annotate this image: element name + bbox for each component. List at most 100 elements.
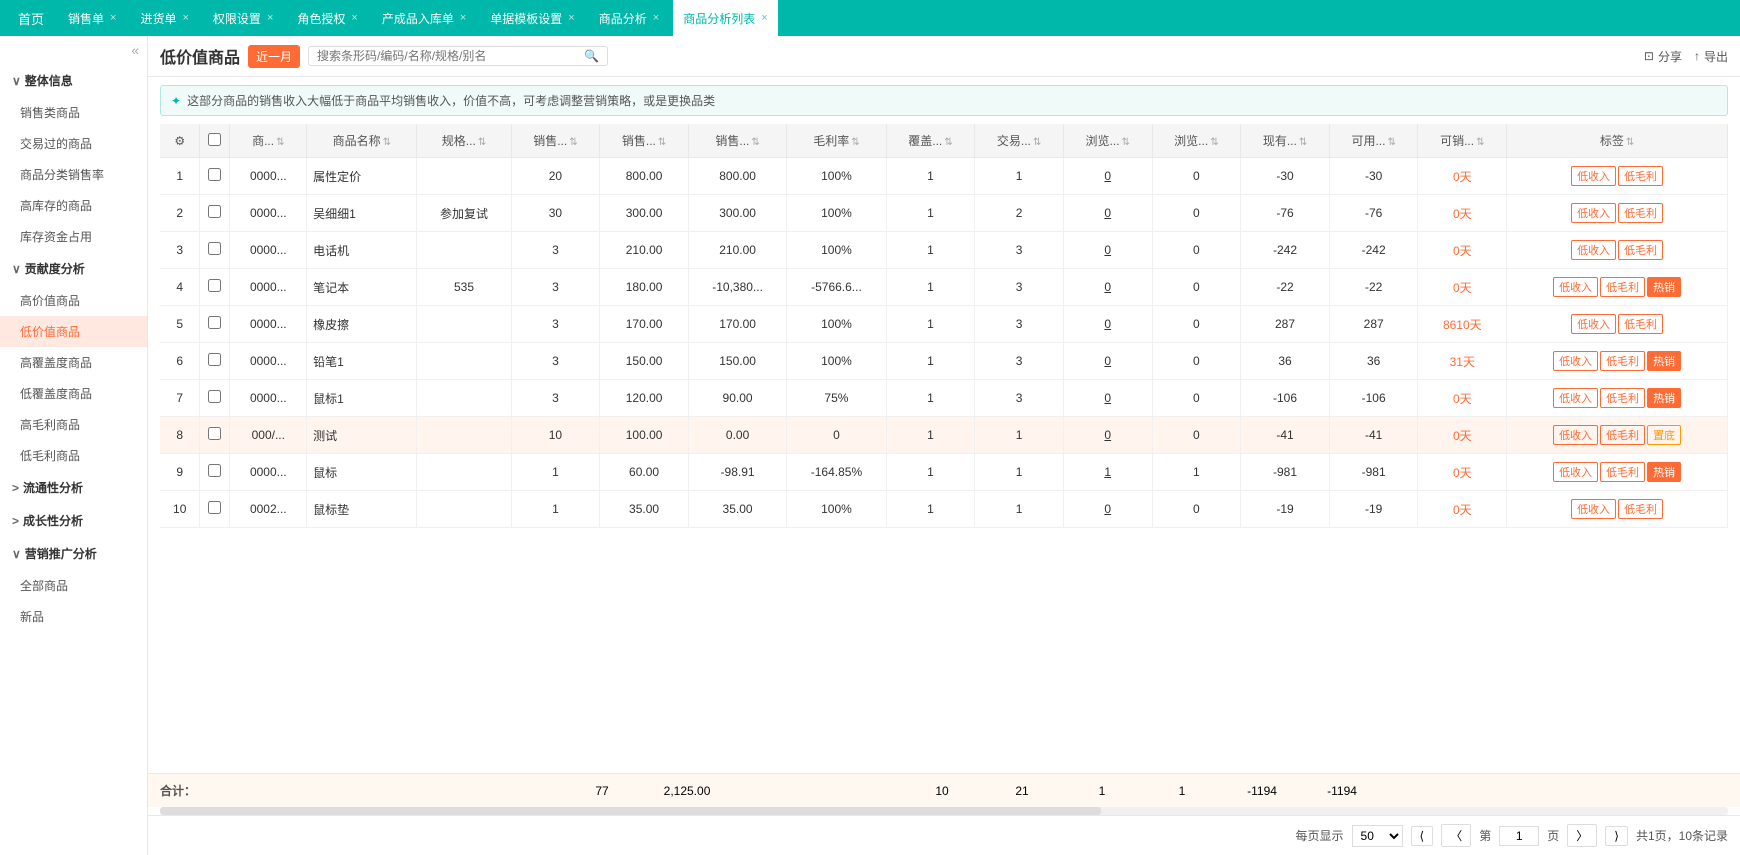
close-icon[interactable]: ×: [568, 12, 574, 24]
col-browse2[interactable]: 浏览...⇅: [1152, 124, 1241, 158]
row-checkbox-cell[interactable]: [200, 417, 230, 454]
row-browse1[interactable]: 0: [1063, 417, 1152, 454]
per-page-select[interactable]: 50 20 100: [1352, 825, 1403, 847]
row-q2: 800.00: [600, 158, 689, 195]
sidebar-group-marketing[interactable]: ∨ 营销推广分析: [0, 537, 147, 570]
nav-tab-1[interactable]: 进货单 ×: [130, 0, 198, 36]
close-icon[interactable]: ×: [653, 12, 659, 24]
sidebar-item-all-products[interactable]: 全部商品: [0, 570, 147, 601]
nav-home[interactable]: 首页: [8, 0, 54, 36]
row-browse1[interactable]: 0: [1063, 343, 1152, 380]
row-checkbox[interactable]: [208, 168, 221, 181]
sidebar-item-high-value[interactable]: 高价值商品: [0, 285, 147, 316]
sidebar-item-high-profit[interactable]: 高毛利商品: [0, 409, 147, 440]
nav-tab-3[interactable]: 角色授权 ×: [287, 0, 367, 36]
sidebar-item-high-stock[interactable]: 高库存的商品: [0, 190, 147, 221]
date-filter-btn[interactable]: 近一月: [248, 45, 300, 68]
first-page-btn[interactable]: ⟨: [1411, 826, 1434, 846]
row-checkbox-cell[interactable]: [200, 380, 230, 417]
prev-page-btn[interactable]: 〈: [1441, 824, 1471, 847]
nav-tab-4[interactable]: 产成品入库单 ×: [372, 0, 476, 36]
col-q2[interactable]: 销售...⇅: [600, 124, 689, 158]
col-spec[interactable]: 规格...⇅: [417, 124, 511, 158]
sidebar-collapse-btn[interactable]: «: [131, 42, 139, 58]
sidebar-group-growth[interactable]: > 成长性分析: [0, 504, 147, 537]
sidebar-item-stock-fund[interactable]: 库存资金占用: [0, 221, 147, 252]
row-stock2: -242: [1329, 232, 1418, 269]
row-checkbox-cell[interactable]: [200, 232, 230, 269]
row-checkbox-cell[interactable]: [200, 269, 230, 306]
nav-tab-6[interactable]: 商品分析 ×: [589, 0, 669, 36]
col-tags[interactable]: 标签⇅: [1507, 124, 1728, 158]
row-browse1[interactable]: 0: [1063, 380, 1152, 417]
row-browse1[interactable]: 0: [1063, 232, 1152, 269]
row-checkbox-cell[interactable]: [200, 454, 230, 491]
close-icon[interactable]: ×: [110, 12, 116, 24]
close-icon[interactable]: ×: [267, 12, 273, 24]
col-q1[interactable]: 销售...⇅: [511, 124, 600, 158]
sidebar-item-sales-category[interactable]: 销售类商品: [0, 97, 147, 128]
nav-tab-5[interactable]: 单据模板设置 ×: [480, 0, 584, 36]
close-icon[interactable]: ×: [761, 12, 767, 24]
col-q3[interactable]: 销售...⇅: [688, 124, 786, 158]
col-gear[interactable]: ⚙: [160, 124, 200, 158]
nav-tab-7[interactable]: 商品分析列表 ×: [673, 0, 777, 36]
row-browse1[interactable]: 0: [1063, 195, 1152, 232]
col-checkbox[interactable]: [200, 124, 230, 158]
sidebar-group-contribution[interactable]: ∨ 贡献度分析: [0, 252, 147, 285]
col-browse1[interactable]: 浏览...⇅: [1063, 124, 1152, 158]
tag: 热销: [1647, 351, 1681, 371]
sidebar-group-overall[interactable]: ∨ 整体信息: [0, 64, 147, 97]
col-trade[interactable]: 交易...⇅: [975, 124, 1064, 158]
row-checkbox[interactable]: [208, 205, 221, 218]
sidebar-item-category-rate[interactable]: 商品分类销售率: [0, 159, 147, 190]
sidebar-item-low-coverage[interactable]: 低覆盖度商品: [0, 378, 147, 409]
sidebar-item-low-value[interactable]: 低价值商品: [0, 316, 147, 347]
col-coverage[interactable]: 覆盖...⇅: [886, 124, 975, 158]
row-checkbox[interactable]: [208, 390, 221, 403]
col-stock3[interactable]: 可销...⇅: [1418, 124, 1507, 158]
row-checkbox[interactable]: [208, 427, 221, 440]
row-checkbox-cell[interactable]: [200, 158, 230, 195]
row-checkbox[interactable]: [208, 316, 221, 329]
sidebar-item-low-profit[interactable]: 低毛利商品: [0, 440, 147, 471]
close-icon[interactable]: ×: [351, 12, 357, 24]
row-checkbox[interactable]: [208, 242, 221, 255]
close-icon[interactable]: ×: [460, 12, 466, 24]
row-checkbox-cell[interactable]: [200, 491, 230, 528]
sidebar-group-flow[interactable]: > 流通性分析: [0, 471, 147, 504]
row-browse1[interactable]: 1: [1063, 454, 1152, 491]
row-browse1[interactable]: 0: [1063, 306, 1152, 343]
close-icon[interactable]: ×: [182, 12, 188, 24]
table-wrapper[interactable]: ⚙ 商...⇅ 商品名称⇅ 规格...⇅ 销售...⇅ 销售...⇅ 销售...…: [148, 124, 1740, 773]
select-all-checkbox[interactable]: [208, 133, 221, 146]
page-input[interactable]: [1499, 826, 1539, 846]
row-checkbox-cell[interactable]: [200, 306, 230, 343]
col-stock1[interactable]: 现有...⇅: [1241, 124, 1330, 158]
col-code[interactable]: 商...⇅: [230, 124, 307, 158]
col-stock2[interactable]: 可用...⇅: [1329, 124, 1418, 158]
next-page-btn[interactable]: 〉: [1567, 824, 1597, 847]
row-browse1[interactable]: 0: [1063, 269, 1152, 306]
row-checkbox[interactable]: [208, 353, 221, 366]
export-btn[interactable]: ↑ 导出: [1694, 48, 1728, 65]
search-icon[interactable]: 🔍: [584, 49, 599, 63]
row-browse1[interactable]: 0: [1063, 158, 1152, 195]
nav-tab-2[interactable]: 权限设置 ×: [203, 0, 283, 36]
row-checkbox[interactable]: [208, 464, 221, 477]
row-checkbox-cell[interactable]: [200, 195, 230, 232]
sidebar-item-traded[interactable]: 交易过的商品: [0, 128, 147, 159]
nav-tab-0[interactable]: 销售单 ×: [58, 0, 126, 36]
gear-icon[interactable]: ⚙: [174, 134, 185, 148]
last-page-btn[interactable]: ⟩: [1605, 826, 1628, 846]
col-rate[interactable]: 毛利率⇅: [787, 124, 886, 158]
sidebar-item-high-coverage[interactable]: 高覆盖度商品: [0, 347, 147, 378]
col-name[interactable]: 商品名称⇅: [307, 124, 417, 158]
row-checkbox[interactable]: [208, 501, 221, 514]
search-input[interactable]: [317, 49, 584, 63]
row-checkbox[interactable]: [208, 279, 221, 292]
row-checkbox-cell[interactable]: [200, 343, 230, 380]
share-btn[interactable]: ⊡ 分享: [1644, 48, 1682, 65]
sidebar-item-new-products[interactable]: 新品: [0, 601, 147, 632]
row-browse1[interactable]: 0: [1063, 491, 1152, 528]
